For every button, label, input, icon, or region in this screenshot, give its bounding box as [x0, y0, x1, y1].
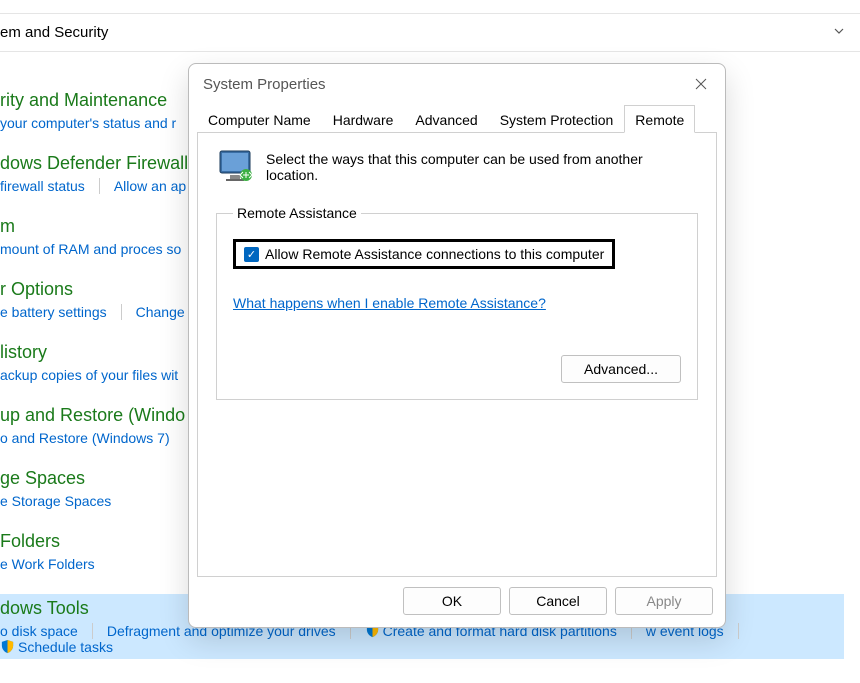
- separator: [738, 623, 739, 639]
- link[interactable]: your computer's status and r: [0, 115, 176, 131]
- tab-remote[interactable]: Remote: [624, 105, 695, 133]
- dialog-titlebar[interactable]: System Properties: [189, 64, 725, 98]
- apply-button[interactable]: Apply: [615, 587, 713, 615]
- advanced-button[interactable]: Advanced...: [561, 355, 681, 383]
- dialog-button-row: OK Cancel Apply: [189, 577, 725, 627]
- link[interactable]: e battery settings: [0, 304, 107, 320]
- chevron-down-icon[interactable]: [832, 24, 846, 41]
- remote-assistance-group: Remote Assistance ✓ Allow Remote Assista…: [216, 205, 698, 400]
- dialog-title: System Properties: [203, 76, 326, 93]
- tab-computer-name[interactable]: Computer Name: [197, 105, 322, 133]
- close-icon[interactable]: [691, 74, 711, 94]
- checkbox-icon: ✓: [244, 247, 259, 262]
- shield-icon: [0, 639, 15, 654]
- link[interactable]: mount of RAM and proces so: [0, 241, 181, 257]
- separator: [121, 304, 122, 320]
- intro-text: Select the ways that this computer can b…: [266, 151, 698, 183]
- cancel-button[interactable]: Cancel: [509, 587, 607, 615]
- tab-advanced[interactable]: Advanced: [404, 105, 488, 133]
- separator: [92, 623, 93, 639]
- link[interactable]: Schedule tasks: [0, 639, 113, 655]
- group-legend: Remote Assistance: [233, 205, 361, 221]
- tabstrip: Computer Name Hardware Advanced System P…: [197, 104, 717, 133]
- link[interactable]: e Storage Spaces: [0, 493, 111, 509]
- monitor-icon: [216, 147, 256, 187]
- system-properties-dialog: System Properties Computer Name Hardware…: [188, 63, 726, 628]
- checkbox-label: Allow Remote Assistance connections to t…: [265, 246, 604, 262]
- tab-panel-remote: Select the ways that this computer can b…: [197, 133, 717, 577]
- link[interactable]: Allow an ap: [114, 178, 186, 194]
- separator: [99, 178, 100, 194]
- link[interactable]: Change: [136, 304, 185, 320]
- tab-hardware[interactable]: Hardware: [322, 105, 405, 133]
- breadcrumb-label: em and Security: [0, 24, 108, 41]
- link[interactable]: firewall status: [0, 178, 85, 194]
- ok-button[interactable]: OK: [403, 587, 501, 615]
- allow-remote-assistance-checkbox[interactable]: ✓ Allow Remote Assistance connections to…: [233, 239, 615, 269]
- link[interactable]: ackup copies of your files wit: [0, 367, 178, 383]
- link[interactable]: e Work Folders: [0, 556, 95, 572]
- link[interactable]: o disk space: [0, 623, 78, 639]
- tab-system-protection[interactable]: System Protection: [489, 105, 625, 133]
- remote-assistance-help-link[interactable]: What happens when I enable Remote Assist…: [233, 295, 546, 311]
- breadcrumb: em and Security: [0, 14, 860, 52]
- link[interactable]: o and Restore (Windows 7): [0, 430, 170, 446]
